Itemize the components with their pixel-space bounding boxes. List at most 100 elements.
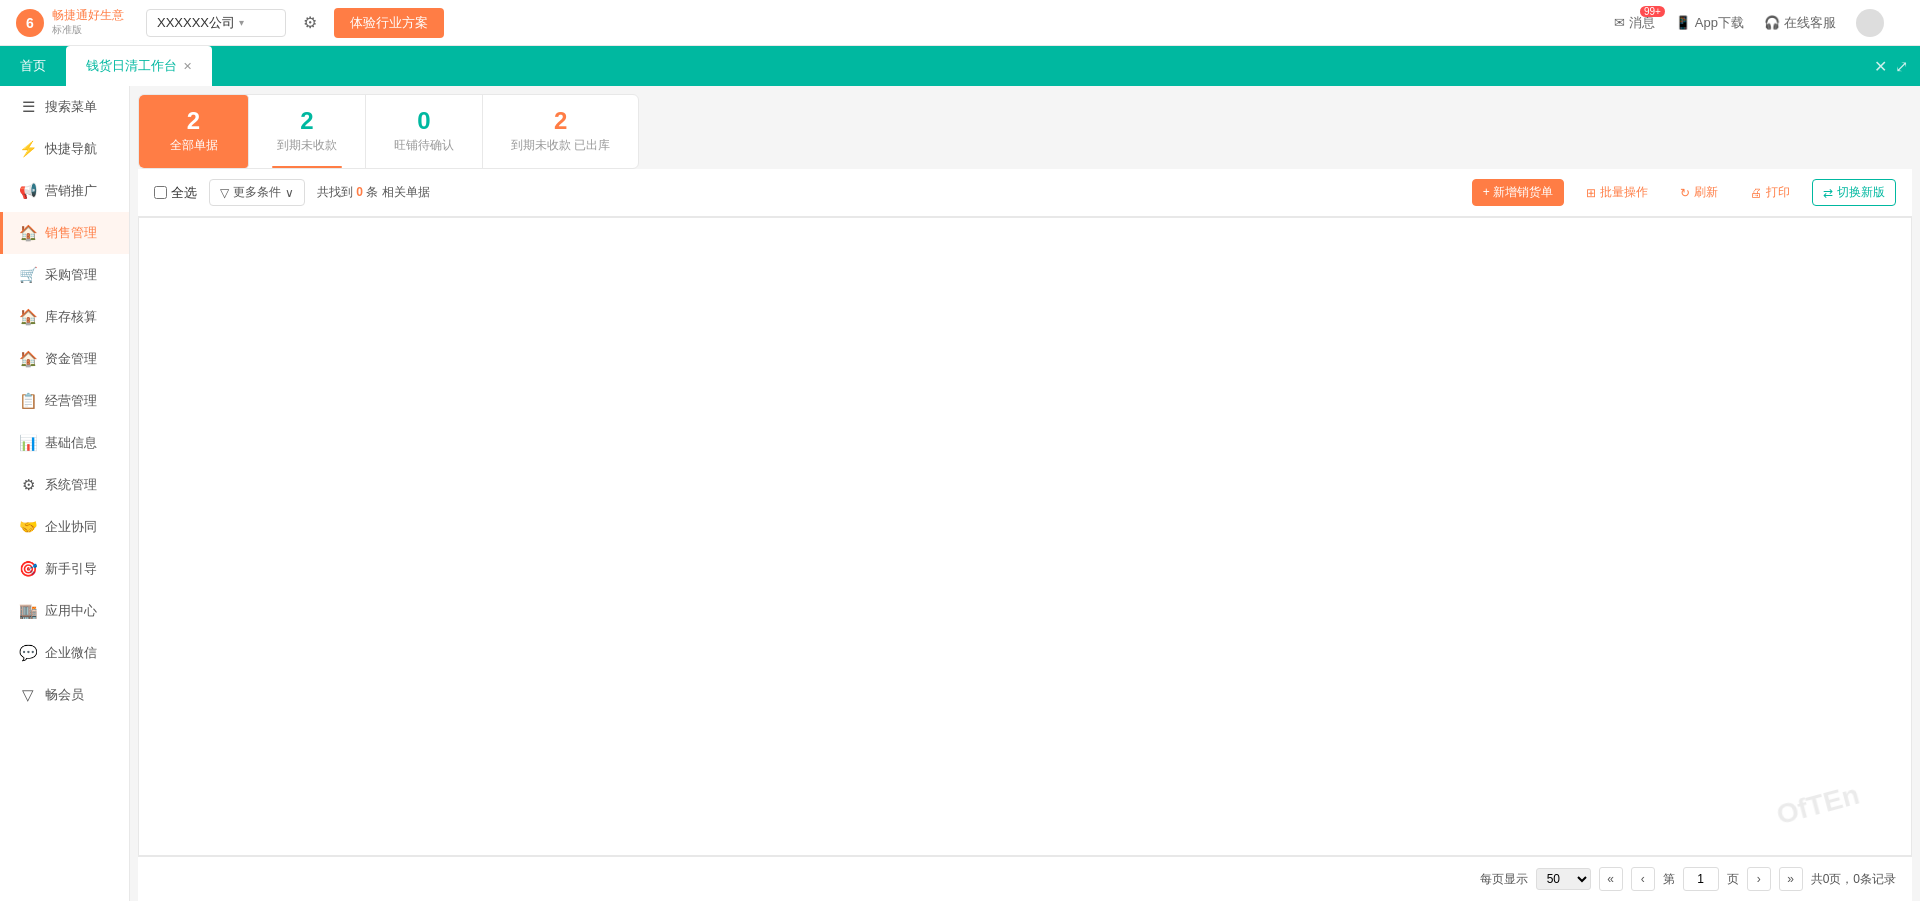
toolbar: 全选 ▽ 更多条件 ∨ 共找到 0 条 相关单据 + 新增销货单 ⊞ <box>138 169 1912 217</box>
per-page-select[interactable]: 50 20 100 <box>1536 868 1591 890</box>
close-window-icon[interactable]: ✕ <box>1874 57 1887 76</box>
message-badge: 99+ <box>1640 6 1665 17</box>
sidebar-item-finance[interactable]: 🏠 资金管理 <box>0 338 129 380</box>
stat-num-all: 2 <box>187 109 200 133</box>
sidebar-item-search-menu[interactable]: ☰ 搜索菜单 <box>0 86 129 128</box>
select-all-label: 全选 <box>171 184 197 202</box>
stat-card-wrapper: 2 全部单据 2 到期未收款 0 旺铺待确认 2 到期未收款 已出库 <box>138 94 639 169</box>
stat-card-overdue[interactable]: 2 到期未收款 <box>249 95 366 168</box>
card-underline-overdue <box>272 166 342 168</box>
pagination-area: 每页显示 50 20 100 « ‹ 第 页 › » 共0页，0条记录 <box>138 856 1912 901</box>
sales-icon: 🏠 <box>19 224 37 242</box>
stat-card-all[interactable]: 2 全部单据 <box>139 95 249 168</box>
sidebar-label-finance: 资金管理 <box>45 350 97 368</box>
message-button[interactable]: ✉ 消息 99+ <box>1614 14 1655 32</box>
first-page-button[interactable]: « <box>1599 867 1623 891</box>
logo-badge: 标准版 <box>52 23 124 37</box>
sidebar-label-enterprise: 企业协同 <box>45 518 97 536</box>
sidebar-item-system[interactable]: ⚙ 系统管理 <box>0 464 129 506</box>
stat-cards-row: 2 全部单据 2 到期未收款 0 旺铺待确认 2 到期未收款 已出库 <box>130 86 1920 169</box>
tab-work[interactable]: 钱货日清工作台 ✕ <box>66 46 212 86</box>
refresh-button[interactable]: ↻ 刷新 <box>1670 180 1728 205</box>
tab-work-close-icon[interactable]: ✕ <box>183 60 192 73</box>
logo-area: 6 畅捷通好生意 标准版 <box>16 8 146 38</box>
expand-window-icon[interactable]: ⤢ <box>1895 57 1908 76</box>
sidebar-item-quick-nav[interactable]: ⚡ 快捷导航 <box>0 128 129 170</box>
table-area <box>138 217 1912 856</box>
sidebar-label-quick-nav: 快捷导航 <box>45 140 97 158</box>
sidebar-label-member: 畅会员 <box>45 686 84 704</box>
sidebar-item-basic[interactable]: 📊 基础信息 <box>0 422 129 464</box>
app-center-icon: 🏬 <box>19 602 37 620</box>
sidebar-item-sales[interactable]: 🏠 销售管理 <box>0 212 129 254</box>
sidebar-item-marketing[interactable]: 📢 营销推广 <box>0 170 129 212</box>
stat-num-overdue: 2 <box>300 109 313 133</box>
next-page-button[interactable]: › <box>1747 867 1771 891</box>
message-icon: ✉ <box>1614 15 1625 30</box>
system-icon: ⚙ <box>19 476 37 494</box>
sidebar-item-purchase[interactable]: 🛒 采购管理 <box>0 254 129 296</box>
quick-nav-icon: ⚡ <box>19 140 37 158</box>
total-info: 共0页，0条记录 <box>1811 871 1896 888</box>
print-icon: 🖨 <box>1750 186 1762 200</box>
add-order-button[interactable]: + 新增销货单 <box>1472 179 1564 206</box>
batch-icon: ⊞ <box>1586 186 1596 200</box>
finance-icon: 🏠 <box>19 350 37 368</box>
sidebar-item-enterprise[interactable]: 🤝 企业协同 <box>0 506 129 548</box>
tab-home-label: 首页 <box>20 57 46 75</box>
app-download-button[interactable]: 📱 App下载 <box>1675 14 1744 32</box>
page-suffix: 页 <box>1727 871 1739 888</box>
header-right: ✉ 消息 99+ 📱 App下载 🎧 在线客服 <box>1614 9 1904 37</box>
operations-icon: 📋 <box>19 392 37 410</box>
sidebar-label-basic: 基础信息 <box>45 434 97 452</box>
page-input[interactable] <box>1683 867 1719 891</box>
filter-icon: ▽ <box>220 186 229 200</box>
sidebar-label-sales: 销售管理 <box>45 224 97 242</box>
marketing-icon: 📢 <box>19 182 37 200</box>
avatar[interactable] <box>1856 9 1884 37</box>
page-label: 第 <box>1663 871 1675 888</box>
sidebar-label-app-center: 应用中心 <box>45 602 97 620</box>
settings-button[interactable]: ⚙ <box>294 7 326 39</box>
refresh-label: 刷新 <box>1694 184 1718 201</box>
select-all-checkbox[interactable]: 全选 <box>154 184 197 202</box>
sidebar-item-app-center[interactable]: 🏬 应用中心 <box>0 590 129 632</box>
sidebar-item-inventory[interactable]: 🏠 库存核算 <box>0 296 129 338</box>
tab-home[interactable]: 首页 <box>0 46 66 86</box>
company-selector[interactable]: XXXXXX公司 ▾ <box>146 9 286 37</box>
logo-text: 畅捷通好生意 <box>52 8 124 24</box>
stat-card-shipped[interactable]: 2 到期未收款 已出库 <box>483 95 638 168</box>
online-service-label: 在线客服 <box>1784 14 1836 32</box>
select-all-input[interactable] <box>154 186 167 199</box>
trial-button[interactable]: 体验行业方案 <box>334 8 444 38</box>
toolbar-right: + 新增销货单 ⊞ 批量操作 ↻ 刷新 🖨 打印 ⇄ 切换新版 <box>1472 179 1896 206</box>
purchase-icon: 🛒 <box>19 266 37 284</box>
enterprise-icon: 🤝 <box>19 518 37 536</box>
filter-button[interactable]: ▽ 更多条件 ∨ <box>209 179 305 206</box>
stat-label-overdue: 到期未收款 <box>277 137 337 154</box>
sidebar-item-member[interactable]: ▽ 畅会员 <box>0 674 129 716</box>
sidebar-item-guide[interactable]: 🎯 新手引导 <box>0 548 129 590</box>
inventory-icon: 🏠 <box>19 308 37 326</box>
print-button[interactable]: 🖨 打印 <box>1740 180 1800 205</box>
sidebar-item-operations[interactable]: 📋 经营管理 <box>0 380 129 422</box>
stat-card-pending[interactable]: 0 旺铺待确认 <box>366 95 483 168</box>
sidebar-label-guide: 新手引导 <box>45 560 97 578</box>
online-service-button[interactable]: 🎧 在线客服 <box>1764 14 1836 32</box>
sidebar-item-wechat[interactable]: 💬 企业微信 <box>0 632 129 674</box>
prev-page-button[interactable]: ‹ <box>1631 867 1655 891</box>
batch-label: 批量操作 <box>1600 184 1648 201</box>
sidebar-label-system: 系统管理 <box>45 476 97 494</box>
batch-ops-button[interactable]: ⊞ 批量操作 <box>1576 180 1658 205</box>
found-prefix: 共找到 <box>317 185 353 199</box>
sidebar-label-operations: 经营管理 <box>45 392 97 410</box>
stat-label-shipped: 到期未收款 已出库 <box>511 137 610 154</box>
last-page-button[interactable]: » <box>1779 867 1803 891</box>
member-icon: ▽ <box>19 686 37 704</box>
headset-icon: 🎧 <box>1764 15 1780 30</box>
app-download-label: App下载 <box>1695 14 1744 32</box>
per-page-label: 每页显示 <box>1480 871 1528 888</box>
switch-version-button[interactable]: ⇄ 切换新版 <box>1812 179 1896 206</box>
switch-icon: ⇄ <box>1823 186 1833 200</box>
filter-label: 更多条件 <box>233 184 281 201</box>
